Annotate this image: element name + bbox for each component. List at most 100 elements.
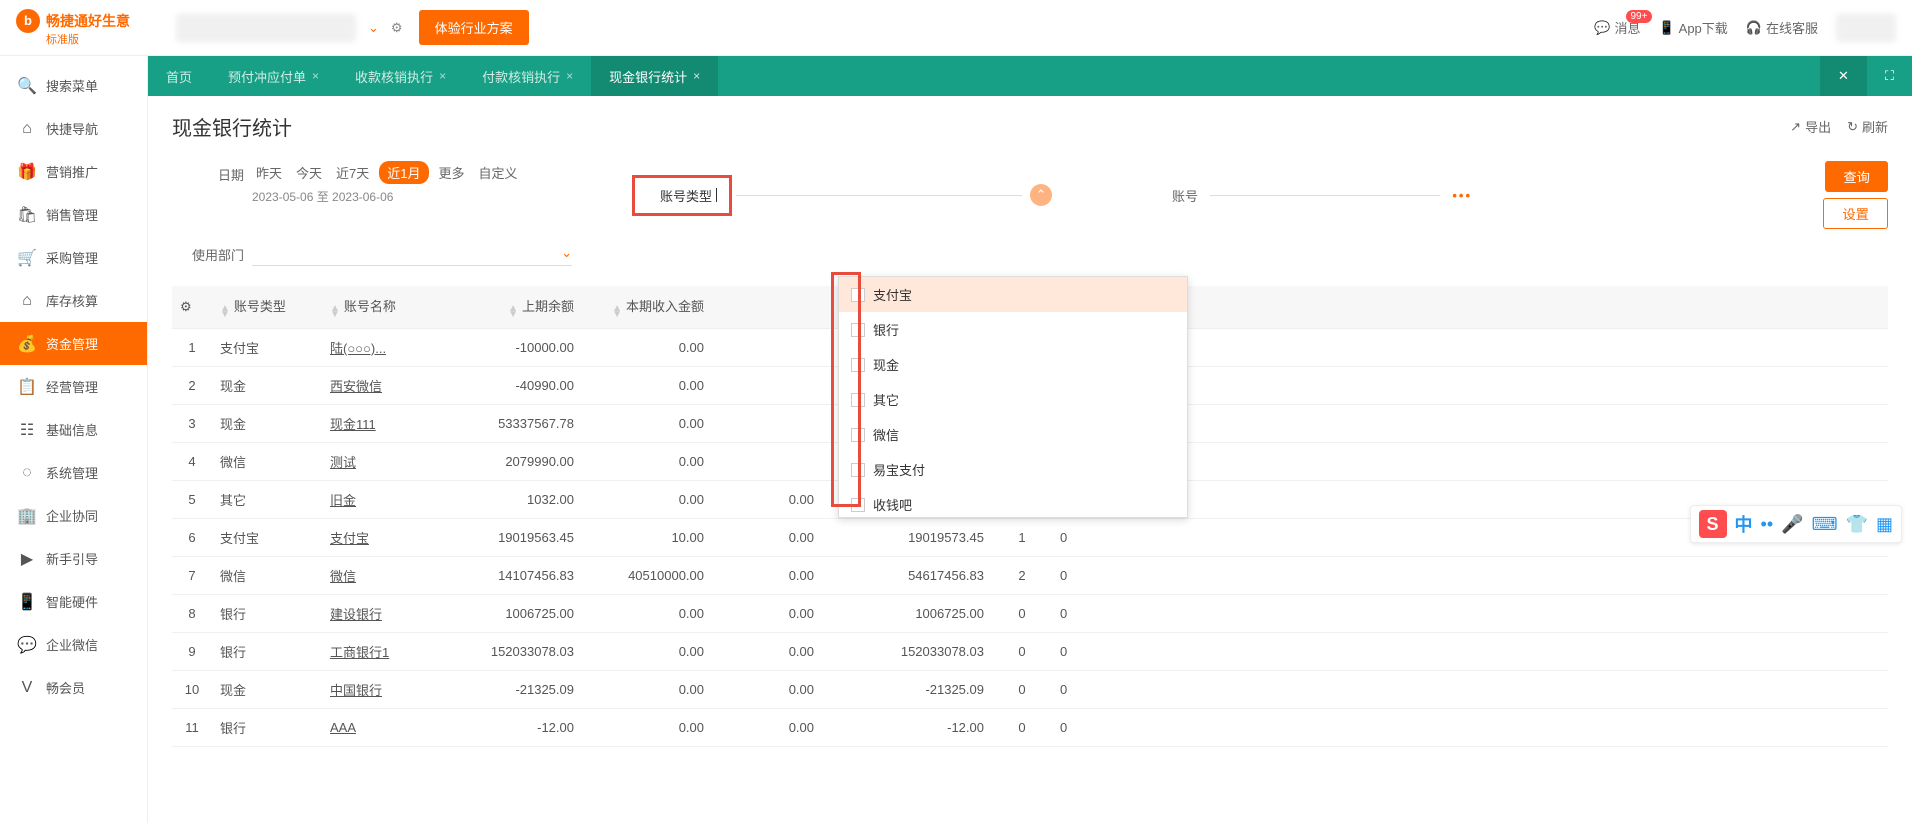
table-settings-icon[interactable]: ⚙ <box>180 299 192 314</box>
sidebar-item-14[interactable]: V畅会员 <box>0 666 147 709</box>
date-chip[interactable]: 近7天 <box>332 161 373 184</box>
cell-prev: 53337567.78 <box>452 405 582 443</box>
account-name-link[interactable]: 微信 <box>330 569 356 584</box>
ime-keyboard-icon[interactable]: ⌨ <box>1812 514 1838 535</box>
date-chip[interactable]: 近1月 <box>379 161 428 184</box>
checkbox[interactable] <box>851 498 865 512</box>
sidebar-label: 经营管理 <box>46 377 98 396</box>
account-name-link[interactable]: 现金111 <box>330 417 376 432</box>
tab-close-icon[interactable]: × <box>566 69 573 83</box>
cell-c5: 0.00 <box>712 481 822 519</box>
refresh-button[interactable]: ↻ 刷新 <box>1847 117 1888 136</box>
account-name-link[interactable]: 测试 <box>330 455 356 470</box>
org-name-blurred <box>176 14 356 42</box>
date-chip[interactable]: 更多 <box>435 161 469 184</box>
ime-skin-icon[interactable]: 👕 <box>1846 514 1868 535</box>
checkbox[interactable] <box>851 393 865 407</box>
messages-link[interactable]: 💬 消息 99+ <box>1594 18 1640 37</box>
date-chip[interactable]: 昨天 <box>252 161 286 184</box>
account-name-link[interactable]: 陆(○○○)... <box>330 341 386 356</box>
tab-1[interactable]: 预付冲应付单× <box>210 56 337 96</box>
sort-icon[interactable]: ▲▼ <box>220 306 230 318</box>
sort-icon[interactable]: ▲▼ <box>330 306 340 318</box>
account-name-link[interactable]: 西安微信 <box>330 379 382 394</box>
app-download-link[interactable]: 📱 App下载 <box>1658 18 1727 37</box>
th-account-type[interactable]: 账号类型 <box>234 299 286 314</box>
sidebar-item-2[interactable]: 🎁营销推广 <box>0 150 147 193</box>
tab-3[interactable]: 付款核销执行× <box>464 56 591 96</box>
tab-close-icon[interactable]: × <box>312 69 319 83</box>
sidebar-item-9[interactable]: ◌系统管理 <box>0 451 147 494</box>
checkbox[interactable] <box>851 323 865 337</box>
checkbox[interactable] <box>851 288 865 302</box>
sort-icon[interactable]: ▲▼ <box>508 306 518 318</box>
sidebar-item-0[interactable]: 🔍搜索菜单 <box>0 64 147 107</box>
row-index: 6 <box>172 519 212 557</box>
ime-punct-icon[interactable]: •• <box>1761 514 1774 535</box>
sidebar-item-11[interactable]: ▶新手引导 <box>0 537 147 580</box>
dropdown-option[interactable]: 支付宝 <box>839 277 1187 312</box>
settings-gear-icon[interactable]: ⚙ <box>391 20 403 36</box>
account-more-icon[interactable]: ••• <box>1452 188 1472 203</box>
sogou-logo-icon[interactable]: S <box>1699 510 1727 538</box>
th-account-name[interactable]: 账号名称 <box>344 299 396 314</box>
logo: b 畅捷通好生意 标准版 <box>16 9 156 47</box>
checkbox[interactable] <box>851 428 865 442</box>
sidebar-item-1[interactable]: ⌂快捷导航 <box>0 107 147 150</box>
account-name-link[interactable]: 建设银行 <box>330 607 382 622</box>
ime-lang-toggle[interactable]: 中 <box>1735 511 1753 537</box>
dropdown-option[interactable]: 现金 <box>839 347 1187 382</box>
account-name-link[interactable]: 支付宝 <box>330 531 369 546</box>
sidebar-item-4[interactable]: 🛒采购管理 <box>0 236 147 279</box>
th-income[interactable]: 本期收入金额 <box>626 299 704 314</box>
account-name-link[interactable]: 中国银行 <box>330 683 382 698</box>
user-avatar-blurred[interactable] <box>1836 14 1896 42</box>
date-chip[interactable]: 自定义 <box>475 161 522 184</box>
sidebar-item-13[interactable]: 💬企业微信 <box>0 623 147 666</box>
cell-name: 测试 <box>322 443 452 481</box>
query-button[interactable]: 查询 <box>1825 161 1888 192</box>
online-service-link[interactable]: 🎧 在线客服 <box>1746 18 1818 37</box>
tab-0[interactable]: 首页 <box>148 56 210 96</box>
dropdown-option[interactable]: 微信 <box>839 417 1187 452</box>
try-industry-button[interactable]: 体验行业方案 <box>419 10 529 45</box>
sort-icon[interactable]: ▲▼ <box>612 306 622 318</box>
tab-close-icon[interactable]: × <box>439 69 446 83</box>
date-chip[interactable]: 今天 <box>292 161 326 184</box>
sidebar-item-12[interactable]: 📱智能硬件 <box>0 580 147 623</box>
collapse-filter-icon[interactable]: ⌃ <box>1030 184 1052 206</box>
checkbox[interactable] <box>851 358 865 372</box>
sidebar-item-10[interactable]: 🏢企业协同 <box>0 494 147 537</box>
account-name-link[interactable]: 工商银行1 <box>330 645 389 660</box>
org-chevron-icon[interactable]: ⌄ <box>368 20 379 36</box>
dept-select[interactable]: ⌄ <box>252 241 572 266</box>
account-name-link[interactable]: 旧金 <box>330 493 356 508</box>
fullscreen-button[interactable]: ⛶ <box>1867 56 1912 96</box>
ime-toolbox-icon[interactable]: ▦ <box>1876 514 1893 535</box>
sidebar-item-6[interactable]: 💰资金管理 <box>0 322 147 365</box>
sidebar-item-5[interactable]: ⌂库存核算 <box>0 279 147 322</box>
sidebar-item-3[interactable]: 🛍销售管理 <box>0 193 147 236</box>
account-name-link[interactable]: AAA <box>330 720 356 735</box>
sidebar-item-7[interactable]: 📋经营管理 <box>0 365 147 408</box>
sidebar-label: 企业微信 <box>46 635 98 654</box>
sidebar-item-8[interactable]: ☷基础信息 <box>0 408 147 451</box>
close-all-tabs-button[interactable]: ✕ <box>1820 56 1867 96</box>
tab-4[interactable]: 现金银行统计× <box>591 56 718 96</box>
dropdown-option[interactable]: 收钱吧 <box>839 487 1187 517</box>
account-type-filter-highlighted[interactable]: 账号类型 <box>632 175 732 216</box>
checkbox[interactable] <box>851 463 865 477</box>
tab-close-icon[interactable]: × <box>693 69 700 83</box>
th-prev-balance[interactable]: 上期余额 <box>522 299 574 314</box>
export-button[interactable]: ↗ 导出 <box>1790 117 1831 136</box>
sidebar-label: 畅会员 <box>46 678 85 697</box>
filter-settings-button[interactable]: 设置 <box>1823 198 1888 229</box>
cell-income: 0.00 <box>582 595 712 633</box>
sidebar-icon: ☷ <box>18 421 36 439</box>
ime-mic-icon[interactable]: 🎤 <box>1781 514 1803 535</box>
header-right: 💬 消息 99+ 📱 App下载 🎧 在线客服 <box>1594 14 1896 42</box>
dropdown-option[interactable]: 银行 <box>839 312 1187 347</box>
tab-2[interactable]: 收款核销执行× <box>337 56 464 96</box>
dropdown-option[interactable]: 易宝支付 <box>839 452 1187 487</box>
dropdown-option[interactable]: 其它 <box>839 382 1187 417</box>
